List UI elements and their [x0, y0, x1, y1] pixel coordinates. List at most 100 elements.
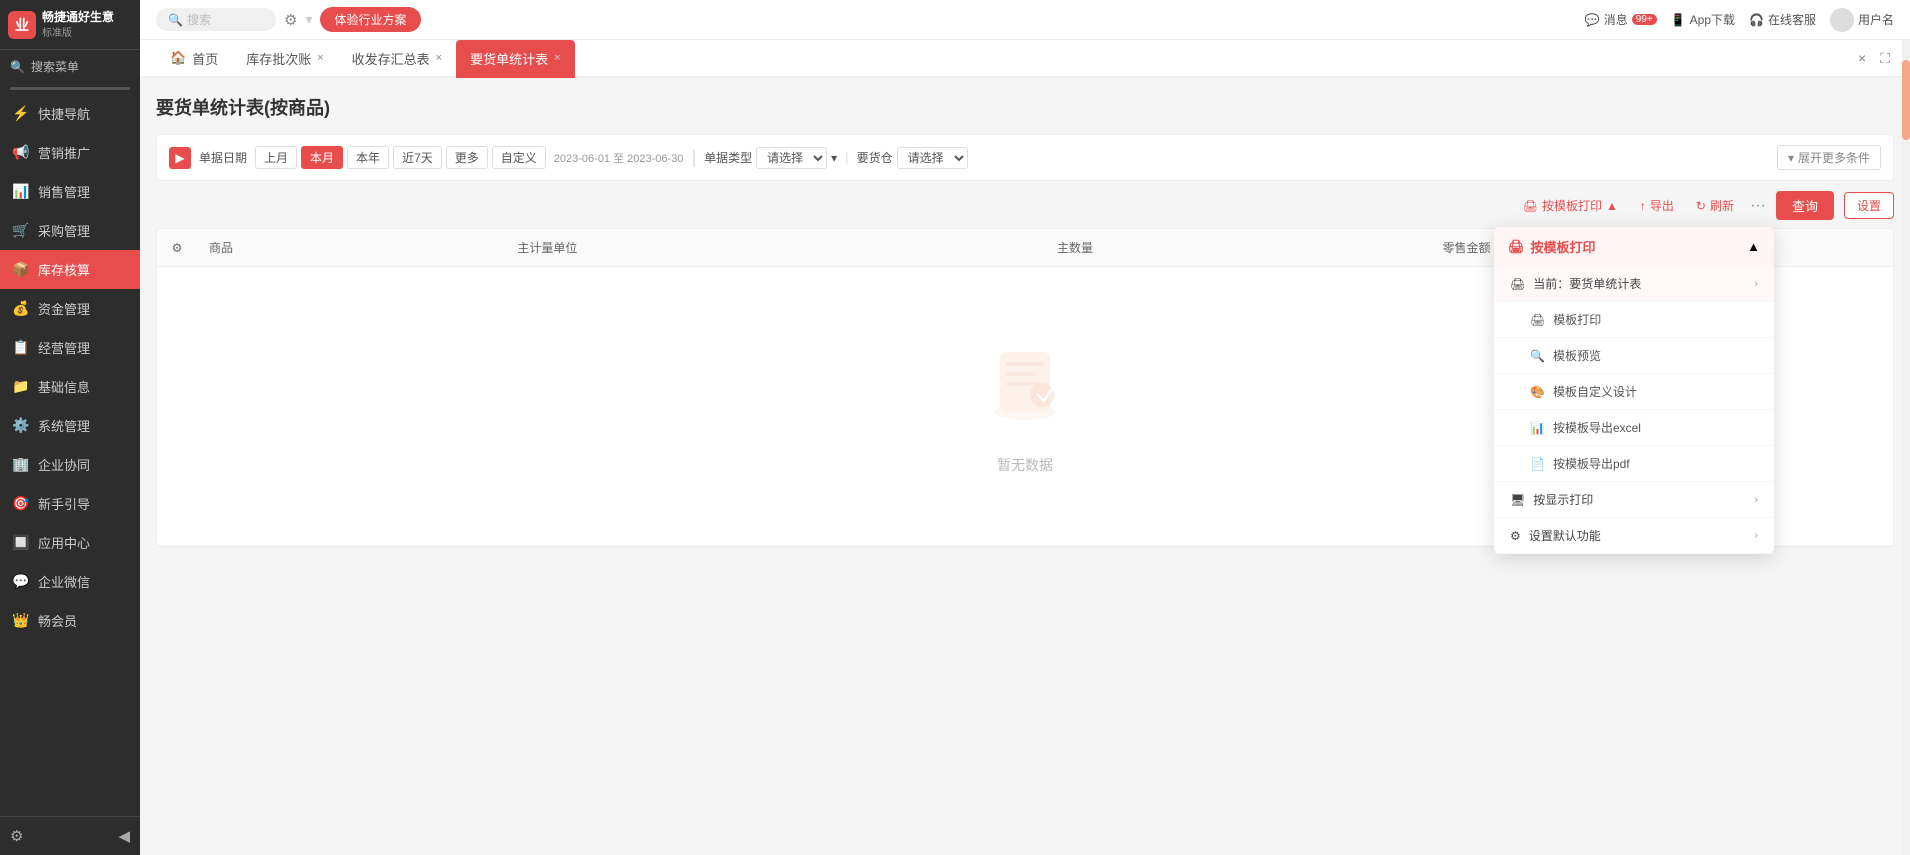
sidebar-item-system[interactable]: ⚙️ 系统管理 [0, 406, 140, 445]
refresh-icon: ↻ [1696, 199, 1706, 213]
print-button[interactable]: 🖨 按模板打印 ▲ [1517, 193, 1624, 218]
set-default-item[interactable]: ⚙ 设置默认功能 › [1494, 518, 1774, 554]
print-header-icon: 🖨 [1508, 239, 1525, 255]
export-pdf-label: 按模板导出pdf [1553, 455, 1630, 472]
filter-bar: ▶ 单据日期 上月 本月 本年 近7天 更多 自定义 2023-06-01 至 … [156, 134, 1894, 181]
tab-order-stats[interactable]: 要货单统计表 × [456, 40, 574, 78]
operations-icon: 📋 [12, 339, 30, 356]
date-btn-this-month[interactable]: 本月 [301, 146, 343, 169]
enterprise-icon: 🏢 [12, 456, 30, 473]
template-preview-item[interactable]: 🔍 模板预览 [1494, 338, 1774, 374]
sidebar-item-wechat[interactable]: 💬 企业微信 [0, 562, 140, 601]
sidebar-item-quick-nav[interactable]: ⚡ 快捷导航 [0, 94, 140, 133]
tab-batch-account[interactable]: 库存批次账 × [232, 40, 337, 78]
sidebar: 业 畅捷通好生意 标准版 🔍 搜索菜单 ⚡ 快捷导航 📢 营销推广 📊 销售管理… [0, 0, 140, 855]
sidebar-item-label: 销售管理 [38, 182, 90, 201]
message-button[interactable]: 💬 消息 99+ [1585, 11, 1657, 28]
print-icon: 🖨 [1523, 199, 1538, 213]
tab-label: 要货单统计表 [470, 49, 548, 68]
guide-icon: 🎯 [12, 495, 30, 512]
tab-maximize-icon[interactable]: ⛶ [1876, 48, 1894, 69]
tab-close-window-icon[interactable]: × [1854, 48, 1870, 68]
sidebar-item-member[interactable]: 👑 畅会员 [0, 601, 140, 640]
query-button[interactable]: 查询 [1776, 191, 1834, 220]
tabs-right-controls: × ⛶ [1854, 48, 1894, 69]
date-btn-more[interactable]: 更多 [446, 146, 488, 169]
table-header-goods: 商品 [197, 229, 505, 267]
template-export-pdf-item[interactable]: 📄 按模板导出pdf [1494, 446, 1774, 482]
sidebar-item-marketing[interactable]: 📢 营销推广 [0, 133, 140, 172]
tab-close-icon[interactable]: × [554, 52, 560, 64]
refresh-button[interactable]: ↻ 刷新 [1690, 193, 1740, 218]
display-print-item[interactable]: 🖥 按显示打印 › [1494, 482, 1774, 518]
table-header-quantity: 主数量 [1045, 229, 1430, 267]
export-label: 导出 [1650, 197, 1674, 214]
topbar-search[interactable]: 🔍 搜索 [156, 8, 276, 31]
settings-button[interactable]: 设置 [1844, 192, 1894, 219]
sidebar-item-operations[interactable]: 📋 经营管理 [0, 328, 140, 367]
table-header-unit: 主计量单位 [505, 229, 1045, 267]
date-btn-prev-month[interactable]: 上月 [255, 146, 297, 169]
sidebar-item-apps[interactable]: 🔲 应用中心 [0, 523, 140, 562]
template-design-item[interactable]: 🎨 模板自定义设计 [1494, 374, 1774, 410]
template-print-icon: 🖨 [1530, 313, 1545, 327]
date-btn-this-year[interactable]: 本年 [347, 146, 389, 169]
tab-home-label: 首页 [192, 49, 218, 68]
print-current-template[interactable]: 🖨 当前：要货单统计表 › [1494, 266, 1774, 302]
goods-select[interactable]: 请选择 [897, 147, 968, 169]
sidebar-item-label: 经营管理 [38, 338, 90, 357]
app-subtitle: 标准版 [42, 24, 114, 39]
date-btn-custom[interactable]: 自定义 [492, 146, 546, 169]
order-type-select[interactable]: 请选择 [756, 147, 827, 169]
scrollbar-thumb[interactable] [1902, 60, 1910, 140]
sidebar-item-sales[interactable]: 📊 销售管理 [0, 172, 140, 211]
tab-receipt-summary[interactable]: 收发存汇总表 × [338, 40, 456, 78]
sidebar-item-label: 营销推广 [38, 143, 90, 162]
sidebar-item-basic[interactable]: 📁 基础信息 [0, 367, 140, 406]
topbar-gear-icon[interactable]: ⚙ [284, 11, 297, 29]
sidebar-item-purchase[interactable]: 🛒 采购管理 [0, 211, 140, 250]
sidebar-item-guide[interactable]: 🎯 新手引导 [0, 484, 140, 523]
trial-button[interactable]: 体验行业方案 [320, 7, 420, 32]
template-design-icon: 🎨 [1530, 385, 1545, 399]
filter-toggle-button[interactable]: ▶ [169, 147, 191, 169]
app-download-button[interactable]: 📱 App下载 [1671, 11, 1735, 28]
settings-icon[interactable]: ⚙ [10, 827, 23, 845]
more-icon[interactable]: ··· [1750, 197, 1766, 215]
right-scrollbar[interactable] [1902, 40, 1910, 855]
tab-close-icon[interactable]: × [436, 52, 442, 64]
goods-label: 要货仓 [857, 149, 893, 166]
sidebar-item-finance[interactable]: 💰 资金管理 [0, 289, 140, 328]
sidebar-item-enterprise[interactable]: 🏢 企业协同 [0, 445, 140, 484]
sidebar-item-label: 应用中心 [38, 533, 90, 552]
sidebar-footer: ⚙ ◀ [0, 816, 140, 855]
sidebar-item-inventory[interactable]: 📦 库存核算 [0, 250, 140, 289]
set-default-label: 设置默认功能 [1529, 527, 1601, 544]
template-print-item[interactable]: 🖨 模板打印 [1494, 302, 1774, 338]
collapse-icon[interactable]: ◀ [118, 827, 130, 845]
marketing-icon: 📢 [12, 144, 30, 161]
user-avatar[interactable]: 用户名 [1830, 8, 1894, 32]
display-print-label: 按显示打印 [1533, 491, 1593, 508]
content-area: 要货单统计表(按商品) ▶ 单据日期 上月 本月 本年 近7天 更多 自定义 2… [140, 78, 1910, 855]
export-icon: ↑ [1640, 199, 1646, 213]
customer-service-button[interactable]: 🎧 在线客服 [1749, 11, 1816, 28]
sidebar-item-label: 资金管理 [38, 299, 90, 318]
search-menu[interactable]: 🔍 搜索菜单 [0, 50, 140, 83]
tab-close-icon[interactable]: × [317, 52, 323, 64]
date-btn-7days[interactable]: 近7天 [393, 146, 442, 169]
expand-conditions-button[interactable]: ▾ 展开更多条件 [1777, 145, 1881, 170]
set-default-icon: ⚙ [1510, 529, 1521, 543]
table-header-settings[interactable]: ⚙ [157, 229, 197, 267]
quick-nav-icon: ⚡ [12, 105, 30, 122]
chevron-right-icon: › [1754, 278, 1758, 290]
purchase-icon: 🛒 [12, 222, 30, 239]
tab-home[interactable]: 🏠 首页 [156, 40, 232, 78]
sidebar-item-label: 系统管理 [38, 416, 90, 435]
page-title: 要货单统计表(按商品) [156, 94, 1894, 120]
template-export-excel-item[interactable]: 📊 按模板导出excel [1494, 410, 1774, 446]
pdf-icon: 📄 [1530, 457, 1545, 471]
print-dropdown-header[interactable]: 🖨 按模板打印 ▲ [1494, 227, 1774, 266]
export-button[interactable]: ↑ 导出 [1634, 193, 1680, 218]
print-arrow-icon: ▲ [1606, 199, 1618, 213]
